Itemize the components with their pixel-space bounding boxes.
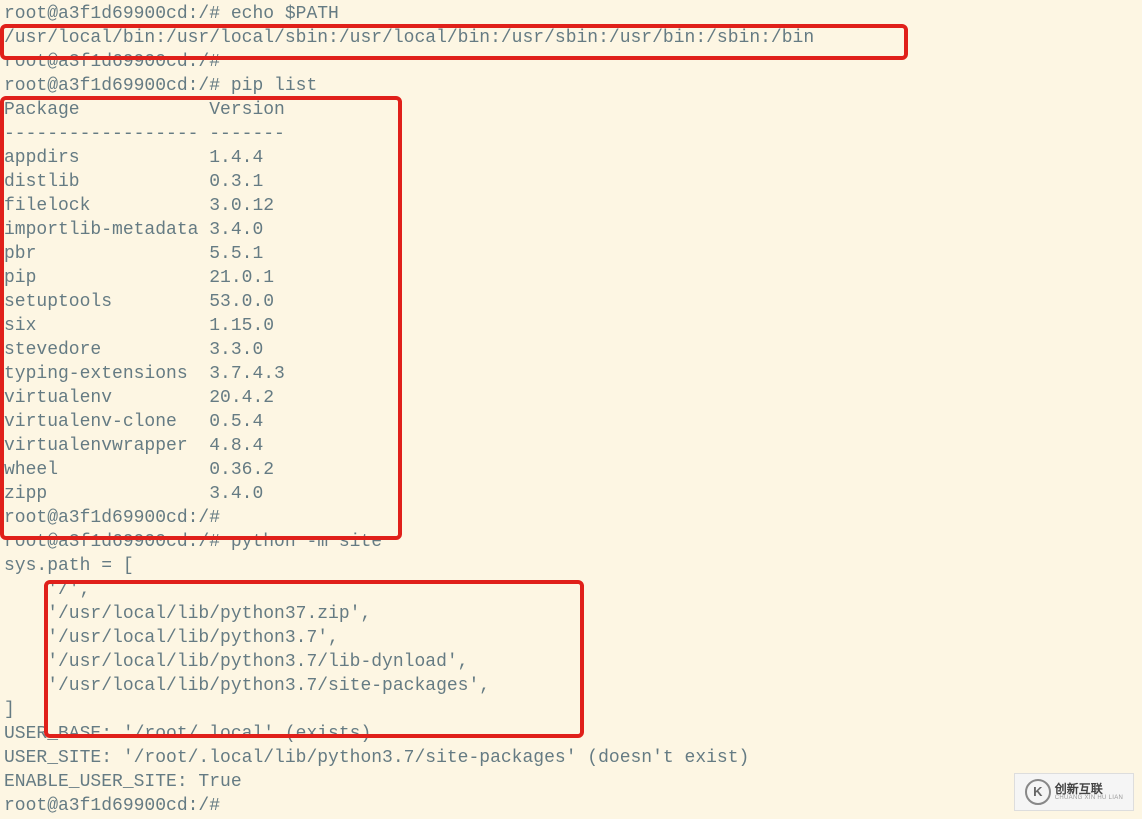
terminal-output[interactable]: root@a3f1d69900cd:/# echo $PATH /usr/loc… [0,0,1142,819]
watermark-icon: K [1025,779,1051,805]
watermark-badge: K 创新互联 CHUANG XIN HU LIAN [1014,773,1134,811]
watermark-subtext: CHUANG XIN HU LIAN [1055,795,1123,801]
watermark-brand: 创新互联 [1055,783,1123,795]
